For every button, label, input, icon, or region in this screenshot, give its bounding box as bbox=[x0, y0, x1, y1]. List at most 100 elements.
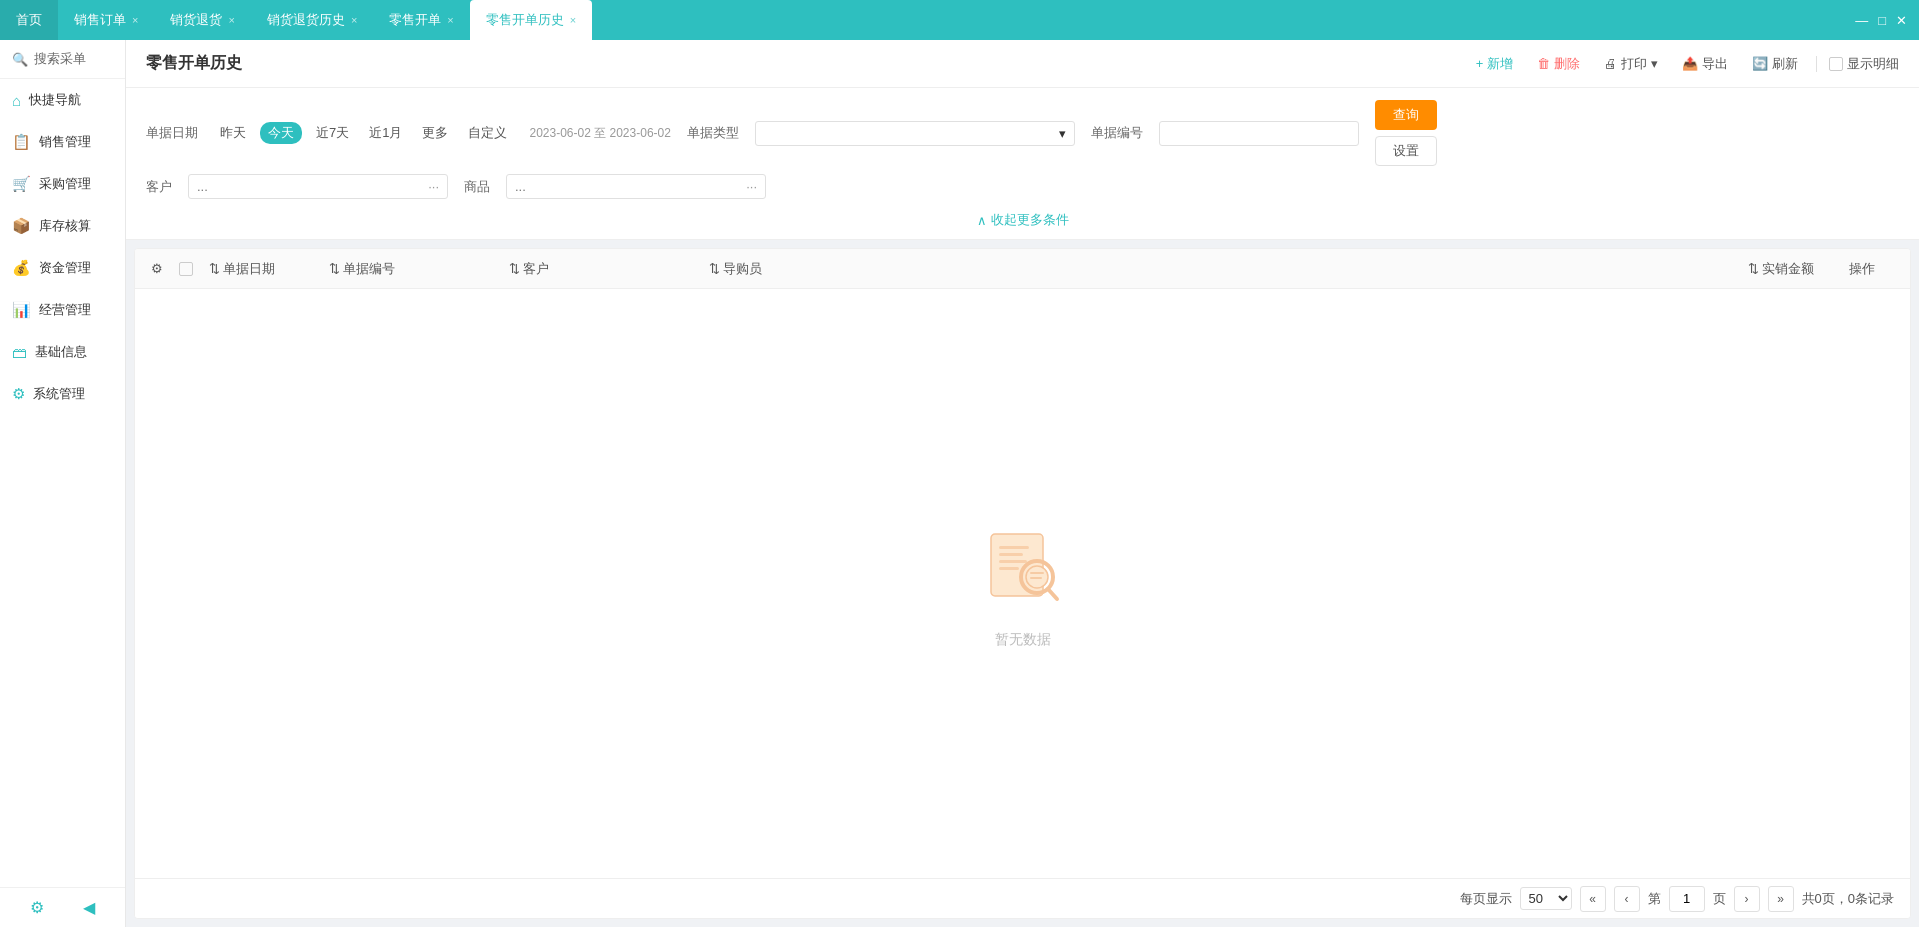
tab-sales-return-close[interactable]: × bbox=[228, 14, 234, 26]
tab-sales-order[interactable]: 销售订单 × bbox=[58, 0, 154, 40]
sort-guide-icon[interactable]: ⇅ bbox=[709, 261, 720, 276]
sort-order-no-icon[interactable]: ⇅ bbox=[329, 261, 340, 276]
display-detail-toggle[interactable]: 显示明细 bbox=[1829, 55, 1899, 73]
prev-page-btn[interactable]: ‹ bbox=[1614, 886, 1640, 912]
table-settings-icon[interactable]: ⚙ bbox=[151, 261, 163, 276]
tab-home[interactable]: 首页 bbox=[0, 0, 58, 40]
sidebar-item-inventory-label: 库存核算 bbox=[39, 217, 91, 235]
next-page-btn[interactable]: › bbox=[1734, 886, 1760, 912]
sidebar-search[interactable]: 🔍 搜索采单 bbox=[0, 40, 125, 79]
select-all-checkbox[interactable] bbox=[179, 262, 193, 276]
goods-label: 商品 bbox=[464, 178, 490, 196]
tab-sales-return-history[interactable]: 销货退货历史 × bbox=[251, 0, 373, 40]
sidebar-item-sales-mgmt-label: 销售管理 bbox=[39, 133, 91, 151]
date-opt-custom[interactable]: 自定义 bbox=[462, 122, 513, 144]
date-opt-last7[interactable]: 近7天 bbox=[310, 122, 355, 144]
date-range-display: 2023-06-02 至 2023-06-02 bbox=[529, 125, 670, 142]
query-button[interactable]: 查询 bbox=[1375, 100, 1437, 130]
sort-amount-icon[interactable]: ⇅ bbox=[1748, 261, 1759, 276]
th-date: ⇅ 单据日期 bbox=[201, 260, 321, 278]
first-page-btn[interactable]: « bbox=[1580, 886, 1606, 912]
customer-input-wrapper[interactable]: ··· bbox=[188, 174, 448, 199]
tab-retail-open-history[interactable]: 零售开单历史 × bbox=[470, 0, 592, 40]
order-no-label: 单据编号 bbox=[1091, 124, 1143, 142]
sidebar-item-quick-nav[interactable]: ⌂ 快捷导航 bbox=[0, 79, 125, 121]
top-nav: 首页 销售订单 × 销货退货 × 销货退货历史 × 零售开单 × 零售开单历史 … bbox=[0, 0, 1919, 40]
th-settings[interactable]: ⚙ bbox=[143, 261, 171, 276]
sidebar-item-sys-mgmt[interactable]: ⚙ 系统管理 bbox=[0, 373, 125, 415]
date-opt-last1month[interactable]: 近1月 bbox=[363, 122, 408, 144]
export-button[interactable]: 📤 导出 bbox=[1676, 51, 1734, 77]
page-header: 零售开单历史 + 新增 🗑 删除 🖨 打印 ▾ 📤 导出 bbox=[126, 40, 1919, 88]
order-no-input[interactable] bbox=[1168, 126, 1350, 141]
add-button[interactable]: + 新增 bbox=[1470, 51, 1519, 77]
display-detail-checkbox[interactable] bbox=[1829, 57, 1843, 71]
print-icon: 🖨 bbox=[1604, 56, 1617, 71]
th-action: 操作 bbox=[1822, 260, 1902, 278]
window-controls: — □ ✕ bbox=[1855, 13, 1919, 28]
sidebar-bottom: ⚙ ◀ bbox=[0, 887, 125, 927]
date-opt-more[interactable]: 更多 bbox=[416, 122, 454, 144]
sales-icon: 📋 bbox=[12, 133, 31, 151]
page-size-select[interactable]: 50 10 20 100 bbox=[1520, 887, 1572, 910]
tab-retail-open-close[interactable]: × bbox=[447, 14, 453, 26]
tab-retail-open-history-close[interactable]: × bbox=[570, 14, 576, 26]
tab-sales-return[interactable]: 销货退货 × bbox=[154, 0, 250, 40]
tab-sales-order-close[interactable]: × bbox=[132, 14, 138, 26]
pagination: 每页显示 50 10 20 100 « ‹ 第 页 › » 共0页，0条记录 bbox=[135, 878, 1910, 918]
refresh-button[interactable]: 🔄 刷新 bbox=[1746, 51, 1804, 77]
close-btn[interactable]: ✕ bbox=[1896, 13, 1907, 28]
tab-retail-open[interactable]: 零售开单 × bbox=[373, 0, 469, 40]
goods-input[interactable] bbox=[515, 179, 746, 194]
sidebar-item-purchase-mgmt-label: 采购管理 bbox=[39, 175, 91, 193]
date-opt-today[interactable]: 今天 bbox=[260, 122, 302, 144]
minimize-btn[interactable]: — bbox=[1855, 13, 1868, 28]
inventory-icon: 📦 bbox=[12, 217, 31, 235]
settings-btn[interactable]: ⚙ bbox=[30, 898, 44, 917]
delete-button[interactable]: 🗑 删除 bbox=[1531, 51, 1586, 77]
th-customer: ⇅ 客户 bbox=[501, 260, 701, 278]
collapse-sidebar-btn[interactable]: ◀ bbox=[83, 898, 95, 917]
goods-ellipsis-icon[interactable]: ··· bbox=[746, 179, 757, 194]
print-label: 打印 bbox=[1621, 55, 1647, 73]
sort-up-icon[interactable]: ⇅ bbox=[209, 261, 220, 276]
sidebar-item-basic-info-label: 基础信息 bbox=[35, 343, 87, 361]
sidebar-item-finance[interactable]: 💰 资金管理 bbox=[0, 247, 125, 289]
tab-sales-return-label: 销货退货 bbox=[170, 11, 222, 29]
sidebar-item-basic-info[interactable]: 🗃 基础信息 bbox=[0, 331, 125, 373]
page-number-input[interactable] bbox=[1669, 886, 1705, 912]
last-page-btn[interactable]: » bbox=[1768, 886, 1794, 912]
sidebar-item-operations-label: 经营管理 bbox=[39, 301, 91, 319]
order-type-select[interactable]: ▾ bbox=[755, 121, 1075, 146]
toolbar-divider bbox=[1816, 56, 1817, 72]
basic-info-icon: 🗃 bbox=[12, 344, 27, 361]
th-date-label: 单据日期 bbox=[223, 260, 275, 278]
svg-line-7 bbox=[1048, 589, 1057, 599]
customer-ellipsis-icon[interactable]: ··· bbox=[428, 179, 439, 194]
tab-home-label: 首页 bbox=[16, 11, 42, 29]
th-customer-label: 客户 bbox=[523, 260, 549, 278]
sort-customer-icon[interactable]: ⇅ bbox=[509, 261, 520, 276]
sidebar-item-quick-nav-label: 快捷导航 bbox=[29, 91, 81, 109]
customer-label: 客户 bbox=[146, 178, 172, 196]
print-button[interactable]: 🖨 打印 ▾ bbox=[1598, 51, 1664, 77]
tab-sales-return-history-close[interactable]: × bbox=[351, 14, 357, 26]
sidebar-item-finance-label: 资金管理 bbox=[39, 259, 91, 277]
goods-input-wrapper[interactable]: ··· bbox=[506, 174, 766, 199]
th-checkbox[interactable] bbox=[171, 262, 201, 276]
maximize-btn[interactable]: □ bbox=[1878, 13, 1886, 28]
sidebar-item-sales-mgmt[interactable]: 📋 销售管理 bbox=[0, 121, 125, 163]
customer-input[interactable] bbox=[197, 179, 428, 194]
collapse-bar[interactable]: ∧ 收起更多条件 bbox=[146, 207, 1899, 231]
th-guide: ⇅ 导购员 bbox=[701, 260, 851, 278]
order-no-input-wrapper[interactable] bbox=[1159, 121, 1359, 146]
sidebar: 🔍 搜索采单 ⌂ 快捷导航 📋 销售管理 🛒 采购管理 📦 库存核算 💰 资金管… bbox=[0, 40, 126, 927]
date-opt-yesterday[interactable]: 昨天 bbox=[214, 122, 252, 144]
sidebar-item-operations[interactable]: 📊 经营管理 bbox=[0, 289, 125, 331]
action-buttons: 查询 设置 bbox=[1375, 100, 1437, 166]
settings-button[interactable]: 设置 bbox=[1375, 136, 1437, 166]
collapse-chevron-icon: ∧ bbox=[977, 213, 987, 228]
sidebar-item-inventory[interactable]: 📦 库存核算 bbox=[0, 205, 125, 247]
sidebar-item-purchase-mgmt[interactable]: 🛒 采购管理 bbox=[0, 163, 125, 205]
add-label: + 新增 bbox=[1476, 55, 1513, 73]
